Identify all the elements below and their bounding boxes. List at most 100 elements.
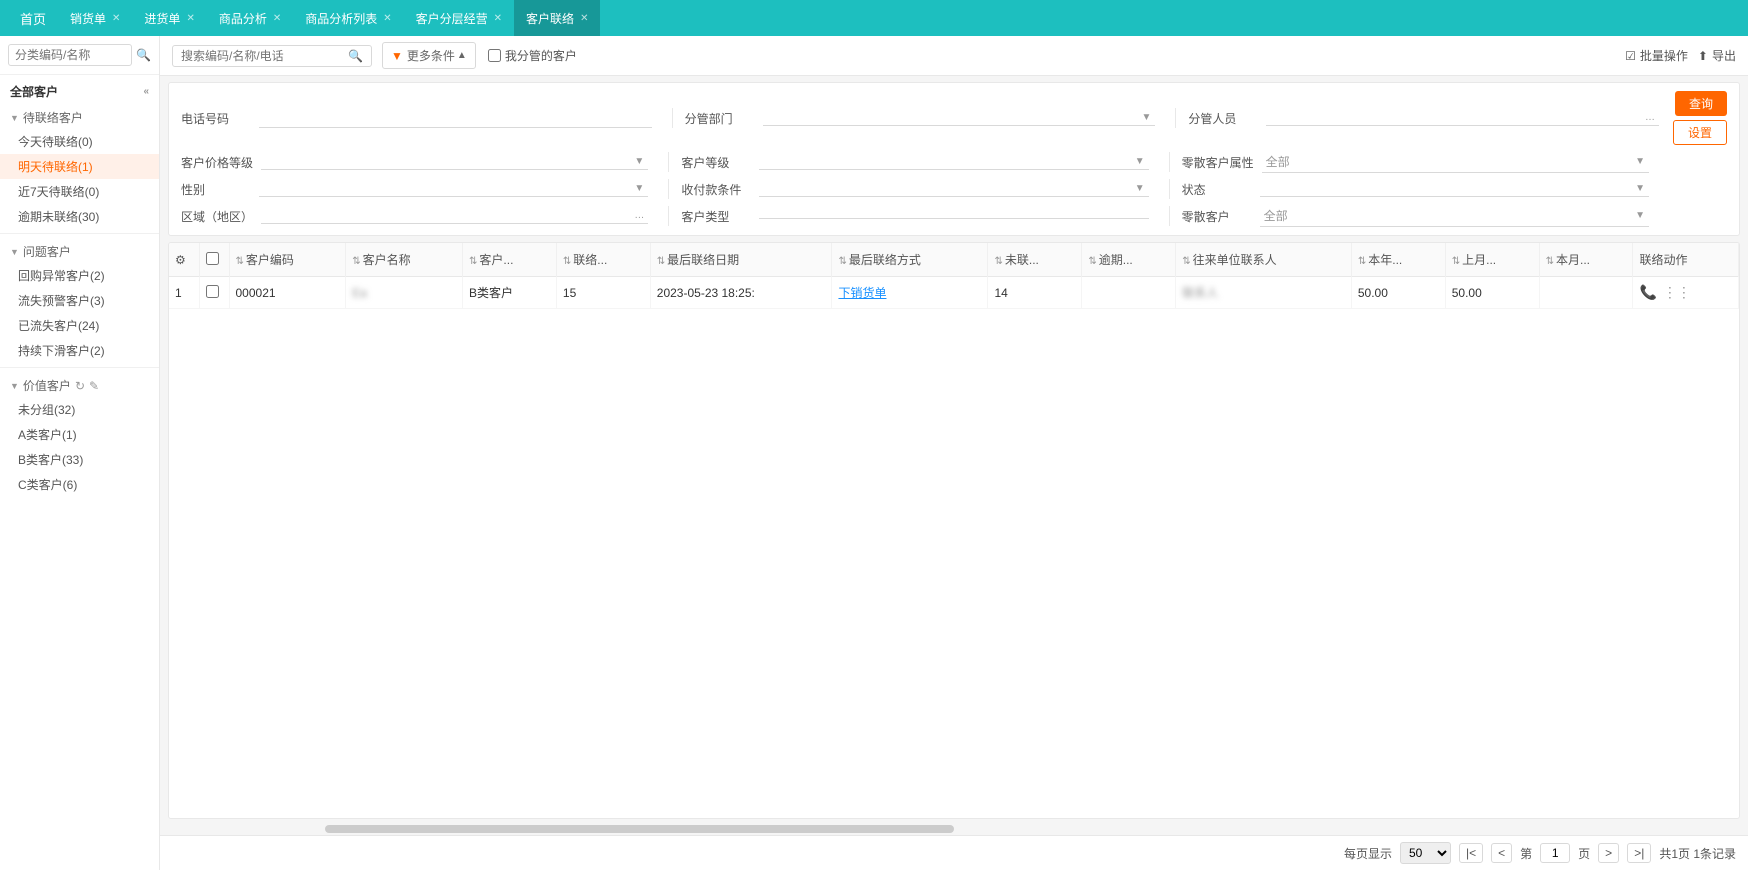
filter-gender-select[interactable]: ▼ <box>259 181 648 197</box>
sidebar-search-icon[interactable]: 🔍 <box>136 48 151 62</box>
close-purchase-order-icon[interactable]: ✕ <box>186 13 194 24</box>
col-checkbox[interactable] <box>199 243 229 277</box>
my-customers-checkbox-label[interactable]: 我分管的客户 <box>488 47 577 64</box>
row-customer-type: B类客户 <box>463 277 557 309</box>
filter-customer-level-select[interactable]: ▼ <box>261 154 648 170</box>
sidebar-item-7days-pending[interactable]: 近7天待联络(0) <box>0 179 159 204</box>
filter-customer-type-select[interactable] <box>759 214 1148 219</box>
col-name-sort-icon: ⇅ <box>352 256 360 267</box>
sidebar-section-pending[interactable]: 待联络客户 <box>0 104 159 129</box>
per-page-select[interactable]: 50 100 200 <box>1400 842 1451 864</box>
col-last-contact-date: ⇅最后联络日期 <box>650 243 832 277</box>
customer-grade-arrow: ▼ <box>1135 156 1145 167</box>
sidebar-item-overdue[interactable]: 逾期未联络(30) <box>0 204 159 229</box>
sidebar-item-churned[interactable]: 已流失客户(24) <box>0 313 159 338</box>
toolbar: 🔍 ▼ 更多条件 ▲ 我分管的客户 ☑ 批量操作 ⬆ 导出 <box>160 36 1748 76</box>
col-customer-type: ⇅客户... <box>463 243 557 277</box>
filter-dept-select[interactable]: ▼ <box>763 110 1156 126</box>
sidebar-all-customers[interactable]: 全部客户 « <box>0 75 159 104</box>
reset-btn[interactable]: 设置 <box>1673 120 1727 145</box>
batch-op-btn[interactable]: ☑ 批量操作 <box>1625 47 1688 64</box>
scrollbar-thumb[interactable] <box>325 825 954 833</box>
nav-product-analysis-list[interactable]: 商品分析列表 ✕ <box>293 0 403 36</box>
filter-manager-select[interactable]: … <box>1266 110 1659 126</box>
horizontal-scrollbar[interactable] <box>168 825 1740 833</box>
retail-attr-arrow: ▼ <box>1635 156 1645 167</box>
select-all-checkbox[interactable] <box>206 252 219 265</box>
filter-dept: 分管部门 ▼ <box>685 110 1164 127</box>
action-phone-icon[interactable]: 📞 <box>1639 284 1656 301</box>
col-overdue: ⇅逾期... <box>1082 243 1176 277</box>
sidebar-item-declining[interactable]: 持续下滑客户(2) <box>0 338 159 363</box>
row-overdue <box>1082 277 1176 309</box>
filter-phone-input[interactable] <box>259 109 652 128</box>
page-number-input[interactable] <box>1540 843 1570 863</box>
col-settings[interactable]: ⚙ <box>169 243 199 277</box>
export-btn[interactable]: ⬆ 导出 <box>1698 47 1736 64</box>
main-search-icon[interactable]: 🔍 <box>348 49 363 63</box>
col-uncontacted: ⇅未联... <box>988 243 1082 277</box>
nav-home[interactable]: 首页 <box>8 0 58 36</box>
sidebar-section-value[interactable]: 价值客户 ↻ ✎ <box>0 372 159 397</box>
value-edit-icon[interactable]: ✎ <box>89 379 99 393</box>
last-page-btn[interactable]: >| <box>1627 843 1651 863</box>
row-checkbox[interactable] <box>199 277 229 309</box>
close-product-analysis-icon[interactable]: ✕ <box>273 13 281 24</box>
page-label: 第 <box>1520 845 1532 862</box>
filter-row-1: 电话号码 分管部门 ▼ 分管人员 … <box>181 91 1727 145</box>
close-customer-tier-icon[interactable]: ✕ <box>494 13 502 24</box>
nav-customer-tier[interactable]: 客户分层经营 ✕ <box>404 0 514 36</box>
col-overdue-sort-icon: ⇅ <box>1088 256 1096 267</box>
nav-sales-order[interactable]: 销货单 ✕ <box>58 0 132 36</box>
batch-checkbox-icon: ☑ <box>1625 49 1636 63</box>
sidebar-item-class-a[interactable]: A类客户(1) <box>0 422 159 447</box>
close-product-analysis-list-icon[interactable]: ✕ <box>383 13 391 24</box>
more-filter-btn[interactable]: ▼ 更多条件 ▲ <box>382 42 476 69</box>
row-last-method[interactable]: 下销货单 <box>832 277 988 309</box>
total-records: 共1页 1条记录 <box>1659 845 1736 862</box>
col-lastmonth-sort-icon: ⇅ <box>1452 256 1460 267</box>
sidebar-item-tomorrow-pending[interactable]: 明天待联络(1) <box>0 154 159 179</box>
filter-row-4: 区域（地区） … 客户类型 零散客户 <box>181 205 1727 227</box>
filter-row-2: 客户价格等级 ▼ 客户等级 ▼ 零散客户属性 <box>181 151 1727 173</box>
divider-3 <box>668 152 669 172</box>
first-page-btn[interactable]: |< <box>1459 843 1483 863</box>
nav-product-analysis[interactable]: 商品分析 ✕ <box>207 0 293 36</box>
row-last-method-link[interactable]: 下销货单 <box>838 286 886 300</box>
filter-retail-attr-select[interactable]: 全部 ▼ <box>1262 151 1649 173</box>
filter-retail-select[interactable]: 全部 ▼ <box>1260 205 1649 227</box>
filter-retail-attr: 零散客户属性 全部 ▼ <box>1182 151 1657 173</box>
prev-page-btn[interactable]: < <box>1491 843 1512 863</box>
next-page-btn[interactable]: > <box>1598 843 1619 863</box>
row-no: 1 <box>169 277 199 309</box>
col-last-month: ⇅上月... <box>1445 243 1539 277</box>
sidebar-item-abnormal-repurchase[interactable]: 回购异常客户(2) <box>0 263 159 288</box>
sidebar-section-problem[interactable]: 问题客户 <box>0 238 159 263</box>
nav-purchase-order[interactable]: 进货单 ✕ <box>132 0 206 36</box>
filter-status-select[interactable]: ▼ <box>1260 181 1649 197</box>
sidebar-search-input[interactable] <box>8 44 132 66</box>
value-refresh-icon[interactable]: ↻ <box>75 379 85 393</box>
sidebar-item-ungrouped[interactable]: 未分组(32) <box>0 397 159 422</box>
query-btn[interactable]: 查询 <box>1675 91 1727 116</box>
filter-payment-select[interactable]: ▼ <box>759 181 1148 197</box>
gender-arrow: ▼ <box>634 183 644 194</box>
filter-panel: 电话号码 分管部门 ▼ 分管人员 … <box>168 82 1740 236</box>
col-customer-name: ⇅客户名称 <box>346 243 463 277</box>
sidebar-item-today-pending[interactable]: 今天待联络(0) <box>0 129 159 154</box>
nav-customer-contact[interactable]: 客户联络 ✕ <box>514 0 600 36</box>
my-customers-checkbox[interactable] <box>488 49 501 62</box>
filter-customer-grade-select[interactable]: ▼ <box>759 154 1148 170</box>
action-grid-icon[interactable]: ⋮⋮ <box>1663 284 1691 301</box>
filter-arrow-icon: ▲ <box>457 50 467 61</box>
sidebar-item-churn-warning[interactable]: 流失预警客户(3) <box>0 288 159 313</box>
col-sort-icon: ⇅ <box>236 256 244 267</box>
close-sales-order-icon[interactable]: ✕ <box>112 13 120 24</box>
sidebar-item-class-b[interactable]: B类客户(33) <box>0 447 159 472</box>
close-customer-contact-icon[interactable]: ✕ <box>580 13 588 24</box>
sidebar-item-class-c[interactable]: C类客户(6) <box>0 472 159 497</box>
main-search-input[interactable] <box>181 49 348 63</box>
row-select-checkbox[interactable] <box>206 285 219 298</box>
action-icons: 📞 ⋮⋮ <box>1639 284 1732 301</box>
filter-region-select[interactable]: … <box>261 208 648 224</box>
